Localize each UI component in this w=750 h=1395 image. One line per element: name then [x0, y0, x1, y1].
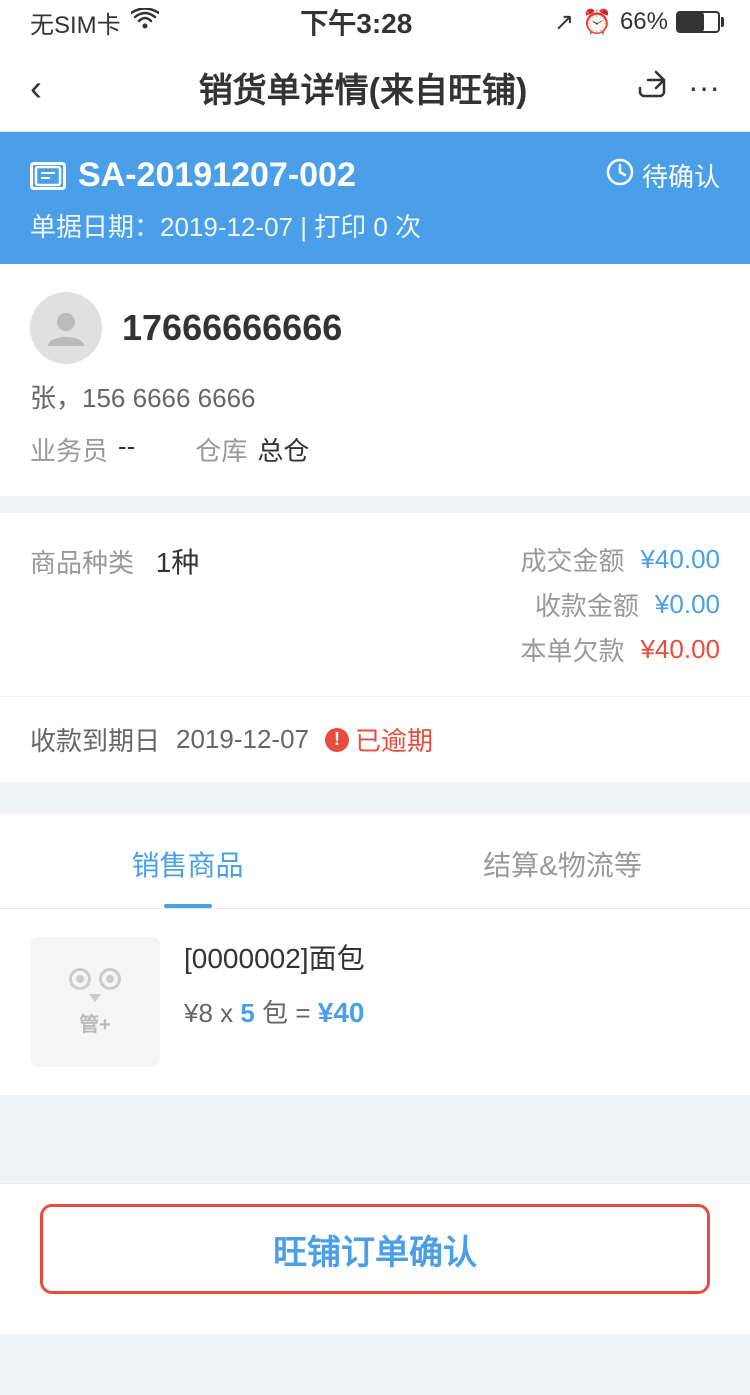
customer-meta: 业务员 -- 仓库 总仓	[30, 431, 720, 468]
due-date-label: 收款到期日	[30, 721, 160, 758]
sales-rep-label: 业务员	[30, 431, 108, 468]
battery-percentage: 66%	[620, 8, 668, 36]
tabs-row: 销售商品 结算&物流等	[0, 814, 750, 909]
due-date-value: 2019-12-07	[176, 724, 309, 755]
overdue-badge: ! 已逾期	[325, 721, 433, 758]
due-section: 收款到期日 2019-12-07 ! 已逾期	[0, 696, 750, 782]
customer-phone[interactable]: 17666666666	[122, 307, 342, 349]
battery-icon	[676, 11, 720, 33]
warehouse-label: 仓库	[195, 431, 247, 468]
product-price: ¥8 x 5 包 = ¥40	[184, 993, 720, 1030]
tab-settlement-logistics[interactable]: 结算&物流等	[375, 814, 750, 908]
owl-beak	[89, 994, 101, 1002]
equals-sign: =	[295, 998, 317, 1028]
status-text: 待确认	[642, 157, 720, 194]
share-button[interactable]	[636, 68, 668, 108]
amount-summary: 成交金额 ¥40.00 收款金额 ¥0.00 本单欠款 ¥40.00	[520, 541, 720, 668]
price-multiply: x	[220, 998, 240, 1028]
nav-actions: ···	[636, 68, 720, 108]
product-item: 管+ [0000002]面包 ¥8 x 5 包 = ¥40	[0, 909, 750, 1095]
back-button[interactable]: ‹	[30, 67, 90, 109]
carrier-text: 无SIM卡	[30, 5, 121, 40]
summary-grid: 商品种类 1种 成交金额 ¥40.00 收款金额 ¥0.00 本单欠款 ¥40.…	[30, 541, 720, 668]
deal-amount-row: 成交金额 ¥40.00	[520, 541, 720, 578]
quantity-value: 5	[240, 998, 254, 1028]
product-types: 商品种类 1种	[30, 541, 199, 581]
received-amount-row: 收款金额 ¥0.00	[535, 586, 720, 623]
warehouse-value: 总仓	[257, 431, 309, 468]
avatar	[30, 292, 102, 364]
wifi-icon	[131, 8, 159, 37]
owl-eye-right	[99, 968, 121, 990]
summary-section: 商品种类 1种 成交金额 ¥40.00 收款金额 ¥0.00 本单欠款 ¥40.…	[0, 513, 750, 696]
bottom-bar: 旺铺订单确认	[0, 1183, 750, 1334]
tab-sales-products[interactable]: 销售商品	[0, 814, 375, 908]
page-title: 销货单详情(来自旺铺)	[90, 63, 636, 112]
owed-amount-value: ¥40.00	[640, 634, 720, 665]
order-header-top: SA-20191207-002 待确认	[30, 156, 720, 195]
overdue-text: 已逾期	[355, 721, 433, 758]
divider-2	[0, 782, 750, 798]
product-info: [0000002]面包 ¥8 x 5 包 = ¥40	[184, 937, 720, 1030]
total-value: ¥40	[318, 997, 365, 1028]
status-bar: 无SIM卡 下午3:28 ↗ ⏰ 66%	[0, 0, 750, 44]
warehouse: 仓库 总仓	[195, 431, 309, 468]
deal-amount-label: 成交金额	[520, 541, 624, 578]
alarm-icon: ⏰	[582, 8, 612, 37]
order-icon	[30, 162, 66, 190]
customer-name: 张，156 6666 6666	[30, 378, 720, 415]
received-amount-value: ¥0.00	[655, 589, 720, 620]
unit-text: 包	[262, 998, 288, 1028]
deal-amount-value: ¥40.00	[640, 544, 720, 575]
confirm-order-button[interactable]: 旺铺订单确认	[40, 1204, 710, 1294]
product-types-label: 商品种类	[30, 548, 134, 578]
owed-amount-label: 本单欠款	[520, 631, 624, 668]
order-date: 单据日期：2019-12-07 | 打印 0 次	[30, 207, 720, 244]
time-display: 下午3:28	[300, 2, 412, 42]
product-name: [0000002]面包	[184, 937, 720, 977]
order-id: SA-20191207-002	[30, 156, 356, 195]
customer-section: 17666666666 张，156 6666 6666 业务员 -- 仓库 总仓	[0, 264, 750, 497]
overdue-icon: !	[325, 728, 349, 752]
sales-rep: 业务员 --	[30, 431, 135, 468]
owl-eyes	[69, 968, 121, 990]
status-left: 无SIM卡	[30, 5, 159, 40]
sales-rep-value: --	[118, 431, 135, 468]
received-amount-label: 收款金额	[535, 586, 639, 623]
product-types-value: 1种	[156, 547, 200, 578]
more-button[interactable]: ···	[688, 69, 720, 106]
nav-bar: ‹ 销货单详情(来自旺铺) ···	[0, 44, 750, 132]
owl-brand-text: 管+	[79, 1008, 111, 1037]
status-right: ↗ ⏰ 66%	[554, 8, 720, 37]
order-header: SA-20191207-002 待确认 单据日期：2019-12-07 | 打印…	[0, 132, 750, 264]
owed-amount-row: 本单欠款 ¥40.00	[520, 631, 720, 668]
customer-row: 17666666666	[30, 292, 720, 364]
location-icon: ↗	[554, 8, 574, 37]
order-status: 待确认	[606, 157, 720, 194]
owl-eye-left	[69, 968, 91, 990]
product-thumb-owl: 管+	[69, 968, 121, 1037]
product-thumbnail: 管+	[30, 937, 160, 1067]
clock-icon	[606, 158, 634, 193]
price-value: ¥8	[184, 998, 213, 1028]
divider-1	[0, 497, 750, 513]
tabs-section: 销售商品 结算&物流等 管+ [0000002]面包 ¥8 x 5 包	[0, 814, 750, 1095]
